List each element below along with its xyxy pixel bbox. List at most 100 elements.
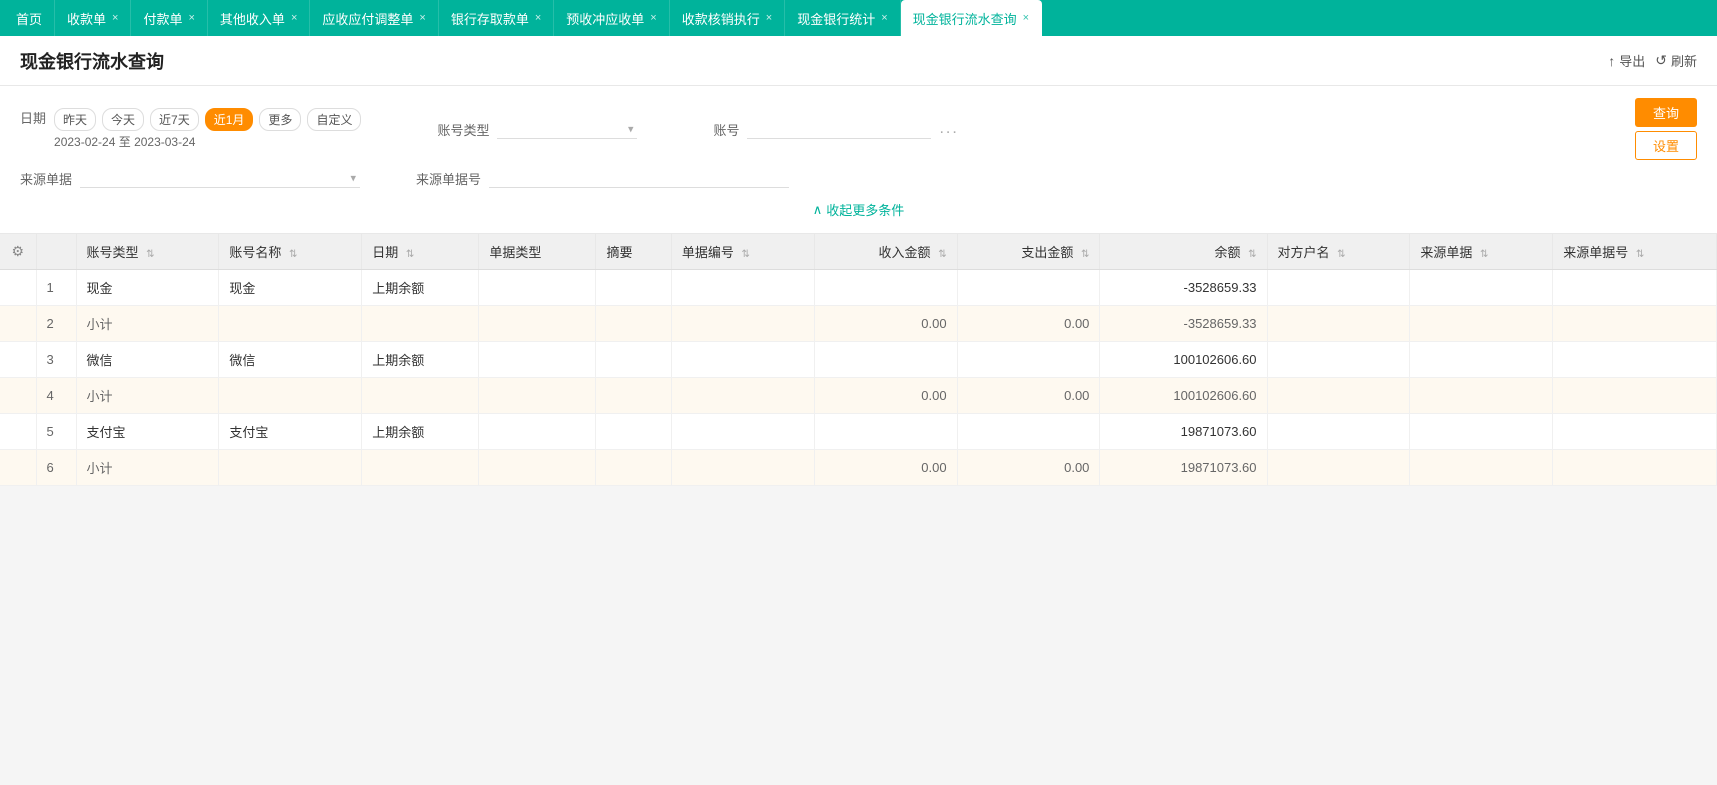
close-payment-icon[interactable]: × xyxy=(188,12,194,24)
account-type-label: 账号类型 xyxy=(437,120,489,139)
table-cell: 19871073.60 xyxy=(1100,414,1267,450)
table-cell xyxy=(1410,450,1553,486)
close-other-income-icon[interactable]: × xyxy=(291,12,297,24)
close-ar-adjustment-icon[interactable]: × xyxy=(419,12,425,24)
table-cell: 上期余额 xyxy=(362,270,479,306)
col-expense[interactable]: 支出金额 ⇅ xyxy=(957,234,1100,270)
table-cell xyxy=(219,450,362,486)
table-cell: 小计 xyxy=(76,450,219,486)
date-btn-1month[interactable]: 近1月 xyxy=(205,108,254,131)
query-button[interactable]: 查询 xyxy=(1635,98,1697,127)
table-cell: 0.00 xyxy=(814,306,957,342)
table-cell: 0.00 xyxy=(957,378,1100,414)
close-bank-deposit-icon[interactable]: × xyxy=(535,12,541,24)
table-cell xyxy=(957,270,1100,306)
refresh-button[interactable]: ↺ 刷新 xyxy=(1655,51,1697,70)
page-title: 现金银行流水查询 xyxy=(20,48,164,74)
sort-date-icon: ⇅ xyxy=(406,249,414,260)
col-account-type[interactable]: 账号类型 ⇅ xyxy=(76,234,219,270)
table-cell xyxy=(596,342,671,378)
col-account-name[interactable]: 账号名称 ⇅ xyxy=(219,234,362,270)
account-type-select[interactable]: 现金 微信 支付宝 xyxy=(497,119,637,139)
table-cell: 现金 xyxy=(219,270,362,306)
table-cell: 微信 xyxy=(76,342,219,378)
sort-source-doc-no-icon: ⇅ xyxy=(1636,249,1644,260)
col-date[interactable]: 日期 ⇅ xyxy=(362,234,479,270)
close-receipt-icon[interactable]: × xyxy=(112,12,118,24)
table-cell xyxy=(1553,342,1717,378)
date-btn-more[interactable]: 更多 xyxy=(259,108,301,131)
col-counterpart[interactable]: 对方户名 ⇅ xyxy=(1267,234,1410,270)
table-cell xyxy=(1267,342,1410,378)
close-collection-exec-icon[interactable]: × xyxy=(766,12,772,24)
table-cell: 支付宝 xyxy=(76,414,219,450)
col-balance[interactable]: 余额 ⇅ xyxy=(1100,234,1267,270)
table-cell xyxy=(671,450,814,486)
table-cell xyxy=(0,342,36,378)
table-cell xyxy=(1553,378,1717,414)
account-ellipsis-button[interactable]: ... xyxy=(939,120,958,138)
nav-ar-adjustment[interactable]: 应收应付调整单 × xyxy=(310,0,438,36)
close-cash-bank-flow-icon[interactable]: × xyxy=(1023,12,1029,24)
source-doc-select[interactable] xyxy=(80,168,360,188)
source-doc-filter-group: 来源单据 xyxy=(20,168,360,188)
date-btn-custom[interactable]: 自定义 xyxy=(307,108,361,131)
table-cell xyxy=(479,450,596,486)
filter-row-1: 日期 昨天 今天 近7天 近1月 更多 自定义 2023-02-24 至 202… xyxy=(20,98,1697,160)
table-cell: 100102606.60 xyxy=(1100,342,1267,378)
col-num xyxy=(36,234,76,270)
table-cell xyxy=(596,306,671,342)
nav-collection-exec[interactable]: 收款核销执行 × xyxy=(670,0,785,36)
nav-other-income[interactable]: 其他收入单 × xyxy=(208,0,310,36)
table-cell xyxy=(0,270,36,306)
table-cell xyxy=(596,270,671,306)
table-row: 5支付宝支付宝上期余额19871073.60 xyxy=(0,414,1717,450)
table-row: 6小计0.000.0019871073.60 xyxy=(0,450,1717,486)
nav-payment[interactable]: 付款单 × xyxy=(131,0,207,36)
column-settings-icon[interactable]: ⚙ xyxy=(11,243,24,259)
table-cell xyxy=(0,306,36,342)
sort-account-name-icon: ⇅ xyxy=(289,249,297,260)
table-body: 1现金现金上期余额-3528659.332小计0.000.00-3528659.… xyxy=(0,270,1717,486)
table-cell xyxy=(1553,414,1717,450)
table-cell xyxy=(479,270,596,306)
account-input[interactable] xyxy=(747,119,931,139)
nav-receipt[interactable]: 收款单 × xyxy=(55,0,131,36)
col-source-doc[interactable]: 来源单据 ⇅ xyxy=(1410,234,1553,270)
export-button[interactable]: ↑ 导出 xyxy=(1608,51,1645,70)
close-advance-offset-icon[interactable]: × xyxy=(650,12,656,24)
settings-button[interactable]: 设置 xyxy=(1635,131,1697,160)
table-cell xyxy=(479,414,596,450)
collapse-row[interactable]: ∧ 收起更多条件 xyxy=(20,196,1697,227)
table-cell: 支付宝 xyxy=(219,414,362,450)
close-cash-bank-stat-icon[interactable]: × xyxy=(881,12,887,24)
nav-cash-bank-stat[interactable]: 现金银行统计 × xyxy=(785,0,900,36)
date-btn-7days[interactable]: 近7天 xyxy=(150,108,199,131)
table-cell: 微信 xyxy=(219,342,362,378)
filter-row-2: 来源单据 来源单据号 xyxy=(20,168,1697,188)
table-cell: 6 xyxy=(36,450,76,486)
col-income[interactable]: 收入金额 ⇅ xyxy=(814,234,957,270)
date-btn-today[interactable]: 今天 xyxy=(102,108,144,131)
source-doc-no-input[interactable] xyxy=(489,168,789,188)
col-source-doc-no[interactable]: 来源单据号 ⇅ xyxy=(1553,234,1717,270)
table-cell: 19871073.60 xyxy=(1100,450,1267,486)
nav-advance-offset[interactable]: 预收冲应收单 × xyxy=(554,0,669,36)
account-type-filter-group: 账号类型 现金 微信 支付宝 xyxy=(437,119,637,139)
export-icon: ↑ xyxy=(1608,53,1615,69)
sort-doc-no-icon: ⇅ xyxy=(742,249,750,260)
date-buttons: 昨天 今天 近7天 近1月 更多 自定义 xyxy=(54,108,361,131)
action-buttons: 查询 设置 xyxy=(1635,98,1697,160)
table-header-row: ⚙ 账号类型 ⇅ 账号名称 ⇅ 日期 ⇅ 单据类型 xyxy=(0,234,1717,270)
col-doc-no[interactable]: 单据编号 ⇅ xyxy=(671,234,814,270)
table-cell xyxy=(1410,414,1553,450)
date-options-wrap: 昨天 今天 近7天 近1月 更多 自定义 2023-02-24 至 2023-0… xyxy=(54,108,361,150)
date-btn-yesterday[interactable]: 昨天 xyxy=(54,108,96,131)
nav-home[interactable]: 首页 xyxy=(4,0,55,36)
top-nav: 首页 收款单 × 付款单 × 其他收入单 × 应收应付调整单 × 银行存取款单 … xyxy=(0,0,1717,36)
source-doc-no-filter-group: 来源单据号 xyxy=(416,168,789,188)
nav-cash-bank-flow[interactable]: 现金银行流水查询 × xyxy=(901,0,1042,36)
table-cell xyxy=(957,342,1100,378)
refresh-icon: ↺ xyxy=(1655,52,1667,69)
nav-bank-deposit[interactable]: 银行存取款单 × xyxy=(439,0,554,36)
